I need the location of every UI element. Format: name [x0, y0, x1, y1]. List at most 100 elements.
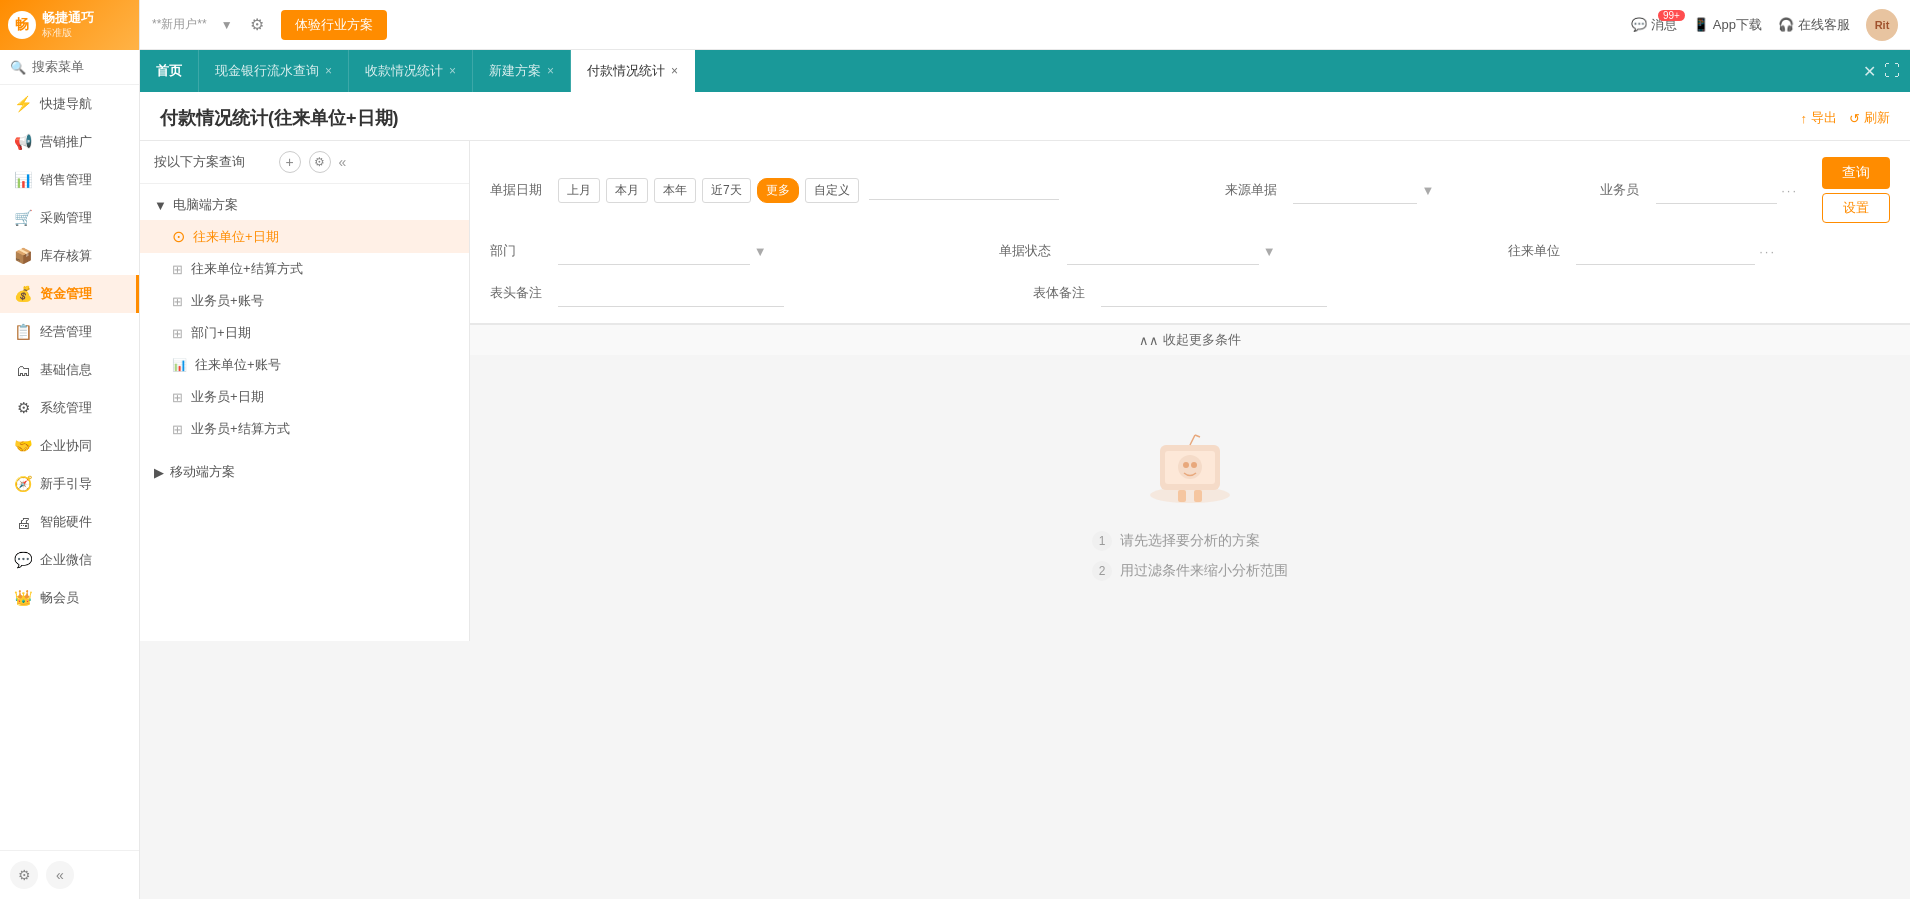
marketing-icon: 📢 [14, 133, 32, 151]
scheme-item-staff-date[interactable]: ⊞ 业务员+日期 [140, 381, 469, 413]
partner-label: 往来单位 [1508, 242, 1564, 260]
corp-wechat-icon: 💬 [14, 551, 32, 569]
trial-industry-btn[interactable]: 体验行业方案 [281, 10, 387, 40]
collapse-conditions-btn[interactable]: ∧∧ 收起更多条件 [470, 324, 1910, 355]
date-this-month-btn[interactable]: 本月 [606, 178, 648, 203]
staff-more-icon[interactable]: ··· [1781, 183, 1798, 198]
scheme-desktop-header[interactable]: ▼ 电脑端方案 [140, 190, 469, 220]
scheme-item-staff-account[interactable]: ⊞ 业务员+账号 [140, 285, 469, 317]
topbar-dropdown-arrow[interactable]: ▼ [221, 18, 233, 32]
sidebar-item-guide[interactable]: 🧭 新手引导 [0, 465, 139, 503]
sidebar-item-system[interactable]: ⚙ 系统管理 [0, 389, 139, 427]
scheme-item-label: 往来单位+结算方式 [191, 260, 303, 278]
sidebar-item-label: 快捷导航 [40, 95, 92, 113]
tab-new-scheme[interactable]: 新建方案 × [473, 50, 571, 92]
date-custom-btn[interactable]: 自定义 [805, 178, 859, 203]
tab-home[interactable]: 首页 [140, 50, 199, 92]
scheme-desktop-section: ▼ 电脑端方案 ⊙ 往来单位+日期 ⊞ 往来单位+结算方式 ⊞ 业务员+账号 [140, 184, 469, 451]
scheme-item-partner-account[interactable]: 📊 往来单位+账号 [140, 349, 469, 381]
sidebar-item-corp-collab[interactable]: 🤝 企业协同 [0, 427, 139, 465]
topbar-gear-btn[interactable]: ⚙ [243, 11, 271, 39]
sidebar-item-capital[interactable]: 💰 资金管理 [0, 275, 139, 313]
svg-rect-7 [1194, 490, 1202, 502]
tab-new-scheme-close[interactable]: × [547, 64, 554, 78]
date-range-input[interactable]: 2022-01-01 至 2022-12-31 [869, 181, 1059, 200]
app-branding: 畅捷通巧 标准版 [42, 10, 94, 40]
body-remark-input[interactable] [1101, 279, 1327, 307]
tab-payment-stat2[interactable]: 付款情况统计 × [571, 50, 695, 92]
tab-payment-stat2-close[interactable]: × [671, 64, 678, 78]
user-avatar[interactable]: Rit [1866, 9, 1898, 41]
scheme-active-icon: ⊙ [172, 227, 185, 246]
collapse-sidebar-btn[interactable]: « [46, 861, 74, 889]
app-logo: 畅 [8, 11, 36, 39]
scheme-mobile-header[interactable]: ▶ 移动端方案 [140, 457, 469, 487]
sidebar-item-corp-wechat[interactable]: 💬 企业微信 [0, 541, 139, 579]
sidebar-item-purchase[interactable]: 🛒 采购管理 [0, 199, 139, 237]
tab-fullscreen-btn[interactable]: ⛶ [1884, 62, 1900, 80]
scheme-item-partner-settlement[interactable]: ⊞ 往来单位+结算方式 [140, 253, 469, 285]
doc-remark-input[interactable] [558, 279, 784, 307]
filter-settings-btn[interactable]: 设置 [1822, 193, 1890, 223]
app-download-btn[interactable]: 📱 App下载 [1693, 16, 1762, 34]
scheme-item-dept-date[interactable]: ⊞ 部门+日期 [140, 317, 469, 349]
chevron-up-icon: ∧∧ [1139, 333, 1159, 348]
sidebar-item-operation[interactable]: 📋 经营管理 [0, 313, 139, 351]
tab-payment-stats[interactable]: 收款情况统计 × [349, 50, 473, 92]
refresh-label: 刷新 [1864, 109, 1890, 127]
scheme-settings-btn[interactable]: ⚙ [309, 151, 331, 173]
sidebar-item-quick-nav[interactable]: ⚡ 快捷导航 [0, 85, 139, 123]
collapse-label: 收起更多条件 [1163, 331, 1241, 349]
scheme-collapse-btn[interactable]: « [339, 154, 456, 170]
customer-service-label: 在线客服 [1798, 16, 1850, 34]
system-icon: ⚙ [14, 399, 32, 417]
customer-service-btn[interactable]: 🎧 在线客服 [1778, 16, 1850, 34]
sidebar-item-vip[interactable]: 👑 畅会员 [0, 579, 139, 617]
scheme-item-label: 业务员+结算方式 [191, 420, 290, 438]
scheme-item-label: 往来单位+账号 [195, 356, 281, 374]
message-btn[interactable]: 💬 消息 99+ [1631, 16, 1677, 34]
sidebar-item-label: 新手引导 [40, 475, 92, 493]
export-btn[interactable]: ↑ 导出 [1801, 109, 1838, 127]
query-btn[interactable]: 查询 [1822, 157, 1890, 189]
app-name: 畅捷通巧 [42, 10, 94, 26]
svg-rect-6 [1178, 490, 1186, 502]
sidebar-item-label: 基础信息 [40, 361, 92, 379]
refresh-btn[interactable]: ↺ 刷新 [1849, 109, 1890, 127]
date-more-btn[interactable]: 更多 [757, 178, 799, 203]
scheme-item-partner-date[interactable]: ⊙ 往来单位+日期 [140, 220, 469, 253]
sidebar-item-inventory[interactable]: 📦 库存核算 [0, 237, 139, 275]
tab-cash-bank-label: 现金银行流水查询 [215, 62, 319, 80]
scheme-item-staff-settlement[interactable]: ⊞ 业务员+结算方式 [140, 413, 469, 445]
empty-state: 1 请先选择要分析的方案 2 用过滤条件来缩小分析范围 [470, 355, 1910, 641]
tab-close-all-btn[interactable]: ✕ [1863, 62, 1876, 81]
date-this-year-btn[interactable]: 本年 [654, 178, 696, 203]
sidebar-item-basic-info[interactable]: 🗂 基础信息 [0, 351, 139, 389]
filter-row-3: 表头备注 表体备注 [490, 279, 1890, 307]
tab-cash-bank-close[interactable]: × [325, 64, 332, 78]
doc-status-dropdown-icon[interactable]: ▼ [1263, 244, 1276, 259]
dept-dropdown-icon[interactable]: ▼ [754, 244, 767, 259]
svg-point-4 [1183, 462, 1189, 468]
scheme-panel-header: 按以下方案查询 + ⚙ « [140, 141, 469, 184]
sidebar-item-label: 畅会员 [40, 589, 79, 607]
settings-footer-btn[interactable]: ⚙ [10, 861, 38, 889]
date-last-month-btn[interactable]: 上月 [558, 178, 600, 203]
sidebar-nav: ⚡ 快捷导航 📢 营销推广 📊 销售管理 🛒 采购管理 📦 库存核算 💰 资金管… [0, 85, 139, 850]
scheme-add-btn[interactable]: + [279, 151, 301, 173]
scheme-item-label: 往来单位+日期 [193, 228, 279, 246]
sidebar-item-smart-hw[interactable]: 🖨 智能硬件 [0, 503, 139, 541]
tab-cash-bank[interactable]: 现金银行流水查询 × [199, 50, 349, 92]
sidebar-search[interactable]: 🔍 搜索菜单 [0, 50, 139, 85]
sidebar-item-marketing[interactable]: 📢 营销推广 [0, 123, 139, 161]
partner-more-icon[interactable]: ··· [1759, 244, 1776, 259]
sidebar-item-sales[interactable]: 📊 销售管理 [0, 161, 139, 199]
app-edition: 标准版 [42, 26, 94, 40]
topbar: **新用户** ▼ ⚙ 体验行业方案 💬 消息 99+ 📱 App下载 🎧 在线… [140, 0, 1910, 50]
tab-payment-stats-close[interactable]: × [449, 64, 456, 78]
empty-tip-1: 1 请先选择要分析的方案 [1092, 531, 1288, 551]
search-icon: 🔍 [10, 60, 26, 75]
tip-text-2: 用过滤条件来缩小分析范围 [1120, 562, 1288, 580]
source-dropdown-icon[interactable]: ▼ [1421, 183, 1434, 198]
date-last-7days-btn[interactable]: 近7天 [702, 178, 751, 203]
